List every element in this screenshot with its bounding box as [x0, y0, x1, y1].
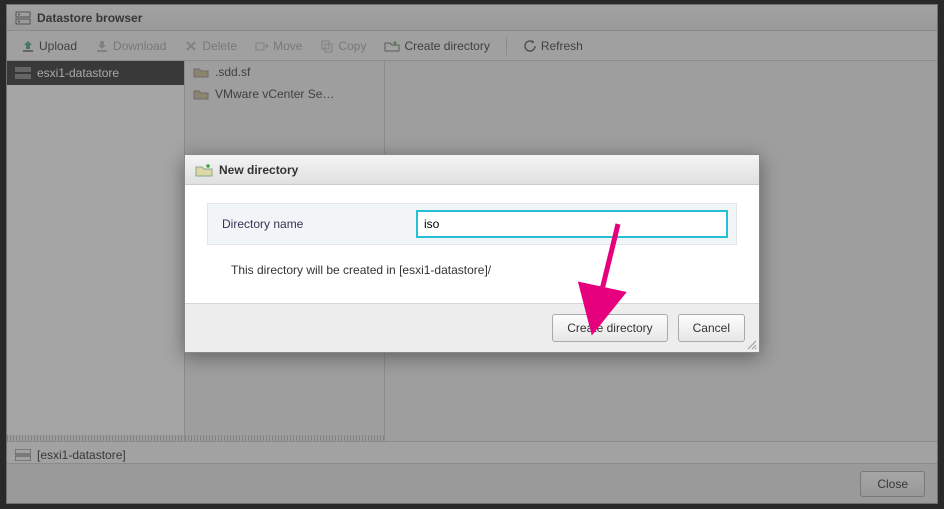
resize-grip-icon[interactable] [747, 340, 757, 350]
dialog-info-text: This directory will be created in [esxi1… [207, 245, 737, 281]
cancel-button[interactable]: Cancel [678, 314, 745, 342]
dialog-titlebar: New directory [185, 155, 759, 185]
directory-name-row: Directory name [207, 203, 737, 245]
directory-name-label: Directory name [208, 207, 416, 241]
new-directory-dialog: New directory Directory name This direct… [184, 154, 760, 353]
folder-new-icon [195, 163, 213, 177]
dialog-footer: Create directory Cancel [185, 303, 759, 352]
dialog-title: New directory [219, 163, 298, 177]
create-directory-confirm-button[interactable]: Create directory [552, 314, 667, 342]
directory-name-input[interactable] [416, 210, 728, 238]
dialog-body: Directory name This directory will be cr… [185, 185, 759, 303]
